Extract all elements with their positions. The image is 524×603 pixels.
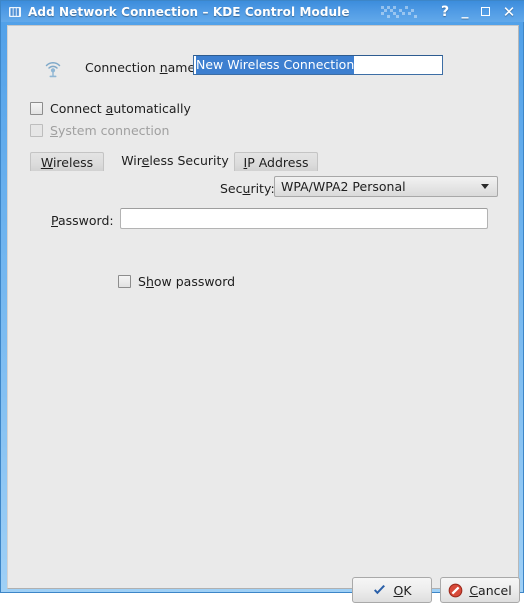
cancel-button[interactable]: Cancel: [440, 577, 520, 603]
wireless-signal-icon: [41, 57, 65, 81]
titlebar-texture: [381, 5, 429, 18]
help-button[interactable]: ?: [435, 3, 455, 21]
password-input[interactable]: [120, 208, 488, 229]
ok-button[interactable]: OK: [352, 577, 432, 603]
security-combobox[interactable]: WPA/WPA2 Personal: [274, 176, 498, 197]
connect-automatically-checkbox[interactable]: Connect automatically: [30, 101, 191, 116]
minimize-button[interactable]: _: [455, 1, 475, 22]
system-connection-label: System connection: [50, 123, 170, 138]
window-frame: Add Network Connection – KDE Control Mod…: [0, 0, 524, 603]
cancel-circle-icon: [448, 583, 463, 597]
connection-name-label: Connection name:: [85, 60, 200, 75]
tab-ip-address[interactable]: IP Address: [234, 152, 318, 171]
checkmark-icon: [374, 584, 386, 594]
dialog-body: Connection name: New Wireless Connection…: [7, 25, 520, 603]
password-label: Password:: [51, 213, 114, 228]
show-password-checkbox[interactable]: Show password: [118, 274, 235, 289]
connection-name-row: Connection name: New Wireless Connection: [8, 54, 520, 84]
system-connection-checkbox: System connection: [30, 123, 169, 138]
connect-automatically-label: Connect automatically: [50, 101, 191, 116]
maximize-button[interactable]: [475, 3, 495, 21]
checkbox-indicator[interactable]: [30, 102, 43, 115]
title-bar[interactable]: Add Network Connection – KDE Control Mod…: [1, 1, 524, 22]
ok-button-label: OK: [393, 582, 412, 598]
window-title: Add Network Connection – KDE Control Mod…: [28, 4, 350, 19]
checkbox-indicator[interactable]: [118, 275, 131, 288]
tab-bar: Wireless Wireless Security IP Address: [30, 150, 500, 172]
tab-wireless-security[interactable]: Wireless Security: [114, 150, 236, 171]
cancel-button-label: Cancel: [469, 582, 512, 598]
connection-name-value: New Wireless Connection: [196, 56, 355, 74]
show-password-label: Show password: [138, 274, 236, 289]
checkbox-indicator: [30, 124, 43, 137]
chevron-down-icon: [481, 184, 489, 189]
security-label: Security:: [220, 181, 275, 196]
connection-name-input[interactable]: New Wireless Connection: [193, 55, 443, 75]
security-selected-value: WPA/WPA2 Personal: [281, 179, 406, 194]
window-icon[interactable]: [7, 4, 23, 20]
close-button[interactable]: ✕: [499, 3, 519, 21]
tab-wireless[interactable]: Wireless: [30, 152, 104, 171]
